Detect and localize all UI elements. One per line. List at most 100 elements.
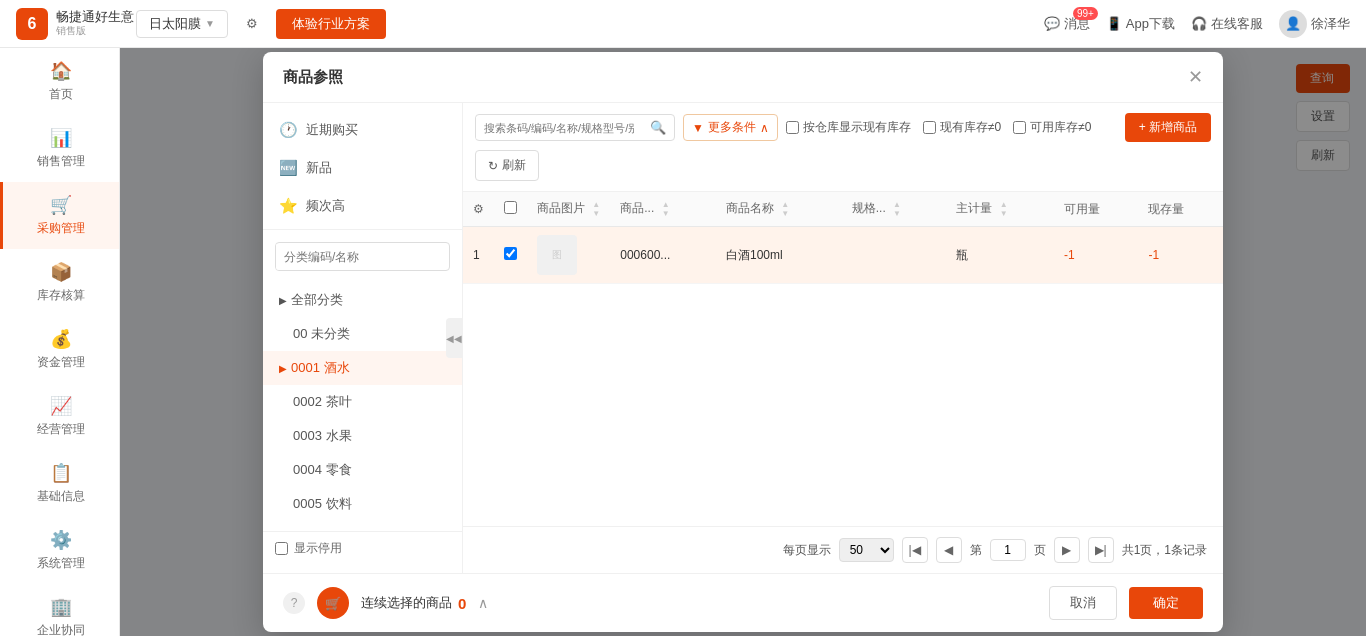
sidebar-item-finance[interactable]: 💰 资金管理 <box>0 316 119 383</box>
filter-button[interactable]: ▼ 更多条件 ∧ <box>683 114 778 141</box>
category-list: ▶ 全部分类 00 未分类 ▶ 0001 酒水 0002 茶 <box>263 279 462 531</box>
th-product-code[interactable]: 商品... ▲▼ <box>610 192 716 227</box>
th-product-img[interactable]: 商品图片 ▲▼ <box>527 192 610 227</box>
show-disabled-input[interactable] <box>275 542 288 555</box>
page-size-select[interactable]: 50 20 100 <box>839 538 894 562</box>
add-product-button[interactable]: + 新增商品 <box>1125 113 1211 142</box>
category-unclassified[interactable]: 00 未分类 <box>263 317 462 351</box>
checkbox-warehouse[interactable]: 按仓库显示现有库存 <box>786 119 911 136</box>
category-search-input[interactable] <box>276 244 442 270</box>
cart-icon[interactable]: 🛒 <box>317 587 349 619</box>
first-page-btn[interactable]: |◀ <box>902 537 928 563</box>
tab-frequent[interactable]: ⭐ 频次高 <box>263 187 462 225</box>
sidebar-label-corp: 企业协同 <box>37 622 85 636</box>
left-panel-bottom: 显示停用 <box>263 531 462 565</box>
message-badge: 99+ <box>1073 7 1098 20</box>
fold-icon[interactable]: ∧ <box>478 595 488 611</box>
th-product-name[interactable]: 商品名称 ▲▼ <box>716 192 842 227</box>
last-page-btn[interactable]: ▶| <box>1088 537 1114 563</box>
next-page-btn[interactable]: ▶ <box>1054 537 1080 563</box>
help-icon[interactable]: ? <box>283 592 305 614</box>
message-btn[interactable]: 💬 消息 99+ <box>1044 15 1090 33</box>
category-all[interactable]: ▶ 全部分类 <box>263 283 462 317</box>
checkbox-stock-nonzero-input[interactable] <box>923 121 936 134</box>
row-select-checkbox[interactable] <box>504 247 517 260</box>
online-service-btn[interactable]: 🎧 在线客服 <box>1191 15 1263 33</box>
recent-icon: 🕐 <box>279 121 298 139</box>
tab-new-label: 新品 <box>306 159 332 177</box>
right-toolbar: 🔍 ▼ 更多条件 ∧ 按仓库显示现有库存 <box>463 103 1223 192</box>
sidebar-item-basic[interactable]: 📋 基础信息 <box>0 450 119 517</box>
cancel-button[interactable]: 取消 <box>1049 586 1117 620</box>
row-checkbox[interactable] <box>494 227 527 284</box>
sidebar-label-sales: 销售管理 <box>37 153 85 170</box>
checkbox-avail-nonzero[interactable]: 可用库存≠0 <box>1013 119 1091 136</box>
purchase-icon: 🛒 <box>50 194 72 216</box>
experience-button[interactable]: 体验行业方案 <box>276 9 386 39</box>
category-0001[interactable]: ▶ 0001 酒水 <box>263 351 462 385</box>
phone-icon: 📱 <box>1106 16 1122 31</box>
prev-page-btn[interactable]: ◀ <box>936 537 962 563</box>
checkbox-warehouse-input[interactable] <box>786 121 799 134</box>
row-code: 000600... <box>610 227 716 284</box>
right-panel: 🔍 ▼ 更多条件 ∧ 按仓库显示现有库存 <box>463 103 1223 573</box>
category-0005[interactable]: 0005 饮料 <box>263 487 462 521</box>
company-selector[interactable]: 日太阳膜 ▼ <box>136 10 228 38</box>
sidebar-item-sales[interactable]: 📊 销售管理 <box>0 115 119 182</box>
refresh-button[interactable]: ↻ 刷新 <box>475 150 539 181</box>
table-header-row: ⚙ 商品图片 ▲▼ <box>463 192 1223 227</box>
collapse-panel-btn[interactable]: ◀◀ <box>446 318 462 358</box>
sort-icon-name: ▲▼ <box>781 200 789 218</box>
settings-icon[interactable]: ⚙ <box>236 8 268 40</box>
category-label-00: 00 未分类 <box>279 325 350 343</box>
select-all-checkbox[interactable] <box>504 201 517 214</box>
page-number-input[interactable] <box>990 539 1026 561</box>
row-name: 白酒100ml <box>716 227 842 284</box>
sidebar-item-purchase[interactable]: 🛒 采购管理 <box>0 182 119 249</box>
headset-icon: 🎧 <box>1191 16 1207 31</box>
category-label-0001: 0001 酒水 <box>291 359 350 377</box>
sidebar-item-home[interactable]: 🏠 首页 <box>0 48 119 115</box>
th-unit[interactable]: 主计量 ▲▼ <box>946 192 1054 227</box>
product-search-input[interactable] <box>476 117 642 139</box>
confirm-button[interactable]: 确定 <box>1129 587 1203 619</box>
left-panel: 🕐 近期购买 🆕 新品 ⭐ 频次高 <box>263 103 463 573</box>
modal-body: 🕐 近期购买 🆕 新品 ⭐ 频次高 <box>263 103 1223 573</box>
checkbox-stock-nonzero[interactable]: 现有库存≠0 <box>923 119 1001 136</box>
th-settings[interactable]: ⚙ <box>463 192 494 227</box>
user-area[interactable]: 👤 徐泽华 <box>1279 10 1350 38</box>
filter-label: 更多条件 <box>708 119 756 136</box>
th-stock[interactable]: 现存量 <box>1138 192 1223 227</box>
app-download-btn[interactable]: 📱 App下载 <box>1106 15 1175 33</box>
category-0008[interactable]: 0008 水 <box>263 521 462 531</box>
sidebar-item-system[interactable]: ⚙️ 系统管理 <box>0 517 119 584</box>
th-product-spec[interactable]: 规格... ▲▼ <box>842 192 947 227</box>
modal-close-icon[interactable]: ✕ <box>1188 66 1203 88</box>
table-row[interactable]: 1 图 000600... 白酒100ml <box>463 227 1223 284</box>
checkbox-avail-nonzero-input[interactable] <box>1013 121 1026 134</box>
pagination: 每页显示 50 20 100 |◀ ◀ 第 页 ▶ <box>463 526 1223 573</box>
home-icon: 🏠 <box>50 60 72 82</box>
new-icon: 🆕 <box>279 159 298 177</box>
th-code-label: 商品... <box>620 201 654 215</box>
category-0002[interactable]: 0002 茶叶 <box>263 385 462 419</box>
sidebar-label-basic: 基础信息 <box>37 488 85 505</box>
category-search-btn[interactable]: 🔍 <box>442 243 450 270</box>
tab-new[interactable]: 🆕 新品 <box>263 149 462 187</box>
th-checkbox[interactable] <box>494 192 527 227</box>
total-info: 共1页，1条记录 <box>1122 542 1207 559</box>
show-disabled-checkbox[interactable]: 显示停用 <box>275 540 450 557</box>
tab-frequent-label: 频次高 <box>306 197 345 215</box>
filter-collapse-icon: ∧ <box>760 121 769 135</box>
sidebar-item-corp[interactable]: 🏢 企业协同 <box>0 584 119 636</box>
app-download-label: App下载 <box>1126 15 1175 33</box>
product-search-icon[interactable]: 🔍 <box>642 115 674 140</box>
sidebar-item-ops[interactable]: 📈 经营管理 <box>0 383 119 450</box>
th-available[interactable]: 可用量 <box>1054 192 1139 227</box>
modal-footer: ? 🛒 连续选择的商品 0 ∧ 取消 确定 <box>263 573 1223 632</box>
sidebar-item-inventory[interactable]: 📦 库存核算 <box>0 249 119 316</box>
category-0004[interactable]: 0004 零食 <box>263 453 462 487</box>
category-0003[interactable]: 0003 水果 <box>263 419 462 453</box>
page-label: 第 <box>970 542 982 559</box>
tab-recent[interactable]: 🕐 近期购买 <box>263 111 462 149</box>
